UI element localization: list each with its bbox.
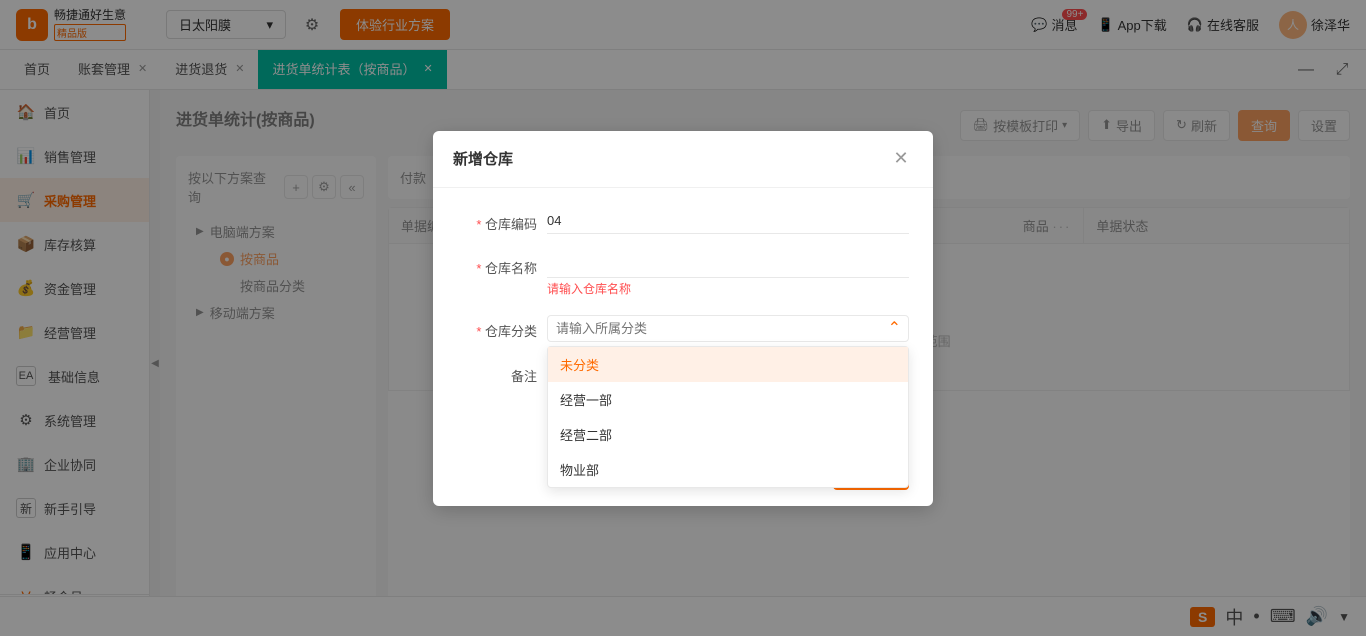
dropdown-option-property[interactable]: 物业部: [548, 452, 908, 487]
warehouse-name-input[interactable]: [547, 252, 909, 278]
modal-close-button[interactable]: ✕: [889, 147, 913, 171]
dropdown-option-dept1[interactable]: 经营一部: [548, 382, 908, 417]
modal-title: 新增仓库: [453, 148, 513, 169]
name-control: 请输入仓库名称: [547, 252, 909, 297]
code-control: [547, 208, 909, 234]
modal-header: 新增仓库 ✕: [433, 131, 933, 188]
dropdown-option-uncategorized[interactable]: 未分类: [548, 347, 908, 382]
modal-add-warehouse: 新增仓库 ✕ 仓库编码 仓库名称: [433, 131, 933, 506]
category-dropdown: 未分类 经营一部 经营二部 物业部: [547, 346, 909, 488]
form-row-category: 仓库分类 ⌃ 未分类: [457, 315, 909, 342]
code-label: 仓库编码: [457, 208, 537, 233]
category-input-wrapper: ⌃: [547, 315, 909, 342]
content-area: 进货单统计(按商品) 🖨 按模板打印 ▾ ⬆ 导出 ↻ 刷新: [160, 90, 1366, 636]
form-row-name: 仓库名称 请输入仓库名称: [457, 252, 909, 297]
modal-body: 仓库编码 仓库名称 请输入仓库名称: [433, 188, 933, 424]
form-row-code: 仓库编码: [457, 208, 909, 234]
dropdown-option-dept2[interactable]: 经营二部: [548, 417, 908, 452]
name-error-msg: 请输入仓库名称: [547, 280, 909, 297]
category-toggle-icon[interactable]: ⌃: [888, 318, 901, 338]
warehouse-code-input[interactable]: [547, 208, 909, 234]
category-input[interactable]: [547, 315, 909, 342]
name-label: 仓库名称: [457, 252, 537, 277]
notes-label: 备注: [457, 360, 537, 385]
main-layout: 🏠 首页 📊 销售管理 🛒 采购管理 📦 库存核算 💰 资金管理 📁 经营管理 …: [0, 90, 1366, 636]
category-control: ⌃ 未分类 经营一部 经营二部: [547, 315, 909, 342]
category-label: 仓库分类: [457, 315, 537, 340]
modal-overlay[interactable]: 新增仓库 ✕ 仓库编码 仓库名称: [160, 90, 1366, 636]
